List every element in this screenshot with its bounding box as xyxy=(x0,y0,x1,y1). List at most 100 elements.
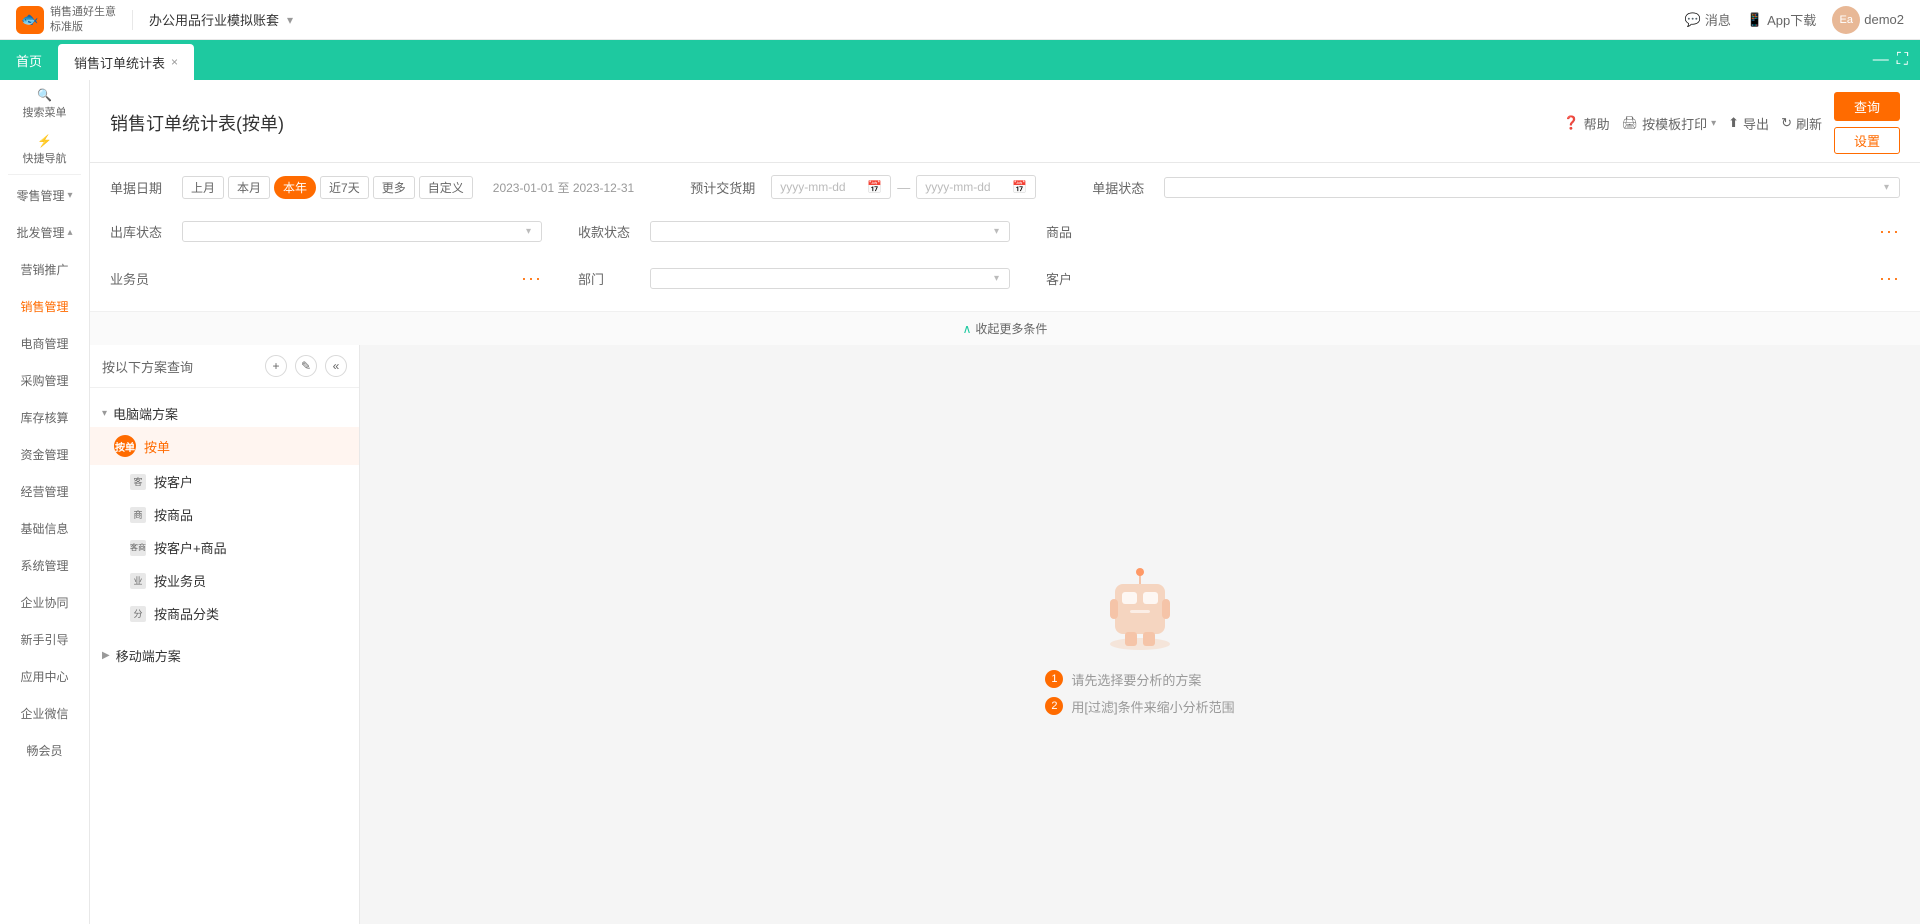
tab-sales-stats[interactable]: 销售订单统计表 × xyxy=(58,44,194,80)
mobile-group-label: 移动端方案 xyxy=(116,646,181,665)
sidebar-item-basic-info[interactable]: 基础信息 xyxy=(0,510,89,547)
message-button[interactable]: 💬 消息 xyxy=(1685,10,1731,29)
collapse-bar[interactable]: ∧ 收起更多条件 xyxy=(90,311,1920,345)
date-label: 单据日期 xyxy=(110,178,166,197)
filter-section: 单据日期 上月 本月 本年 近7天 更多 自定义 2023-01-01 至 20… xyxy=(90,163,1920,345)
sidebar-item-finance[interactable]: 资金管理 xyxy=(0,436,89,473)
user-area[interactable]: Ea demo2 xyxy=(1832,6,1904,34)
top-bar: 🐟 销售通好生意 标准版 办公用品行业模拟账套 ▾ 💬 消息 📱 App下载 E… xyxy=(0,0,1920,40)
scheme-item-by-salesperson[interactable]: 业 按业务员 xyxy=(90,564,359,597)
export-button[interactable]: ⬆ 导出 xyxy=(1728,114,1769,133)
filter-row-1: 单据日期 上月 本月 本年 近7天 更多 自定义 2023-01-01 至 20… xyxy=(90,163,1920,203)
sidebar-item-sales[interactable]: 销售管理 xyxy=(0,288,89,325)
sidebar-item-purchase[interactable]: 采购管理 xyxy=(0,362,89,399)
pc-group-label: 电脑端方案 xyxy=(113,404,178,423)
divider xyxy=(132,10,133,30)
department-arrow: ▾ xyxy=(994,273,999,284)
sidebar-retail-label: 零售管理 xyxy=(16,187,64,204)
customer-label: 客户 xyxy=(1046,269,1102,288)
scheme-icon-by-customer-goods: 客商 xyxy=(130,540,146,556)
app-download-button[interactable]: 📱 App下载 xyxy=(1747,10,1816,29)
sidebar-item-system[interactable]: 系统管理 xyxy=(0,547,89,584)
query-button[interactable]: 查询 xyxy=(1834,92,1900,121)
date-more-button[interactable]: 更多 xyxy=(373,176,415,199)
status-select[interactable]: ▾ xyxy=(1164,177,1900,198)
scheme-group-mobile[interactable]: ▶ 移动端方案 xyxy=(90,638,359,669)
help-button[interactable]: ❓ 帮助 xyxy=(1563,114,1609,133)
status-label: 单据状态 xyxy=(1092,178,1148,197)
scheme-item-by-customer-goods[interactable]: 客商 按客户+商品 xyxy=(90,531,359,564)
user-avatar: Ea xyxy=(1832,6,1860,34)
sidebar-item-member[interactable]: 畅会员 xyxy=(0,732,89,769)
payment-status-select[interactable]: ▾ xyxy=(650,221,1010,242)
setting-button[interactable]: 设置 xyxy=(1834,127,1900,154)
date-this-month-button[interactable]: 本月 xyxy=(228,176,270,199)
sidebar-item-newbie[interactable]: 新手引导 xyxy=(0,621,89,658)
expected-date-end-input[interactable]: yyyy-mm-dd 📅 xyxy=(916,175,1036,199)
sidebar-item-enterprise[interactable]: 企业协同 xyxy=(0,584,89,621)
expected-date-start-input[interactable]: yyyy-mm-dd 📅 xyxy=(771,175,891,199)
date-7days-button[interactable]: 近7天 xyxy=(320,176,369,199)
scheme-list: ▾ 电脑端方案 按单 按单 客 按客户 xyxy=(90,388,359,677)
logo-area: 🐟 销售通好生意 标准版 xyxy=(16,5,116,34)
sidebar-item-retail[interactable]: 零售管理 ▾ xyxy=(0,177,89,214)
delivery-status-select[interactable]: ▾ xyxy=(182,221,542,242)
tab-maximize-icon[interactable]: ⛶ xyxy=(1897,51,1908,69)
empty-hint-2: 2 用[过滤]条件来缩小分析范围 xyxy=(1045,697,1234,716)
payment-status-label: 收款状态 xyxy=(578,222,634,241)
scheme-item-by-category[interactable]: 分 按商品分类 xyxy=(90,597,359,630)
scheme-item-by-customer[interactable]: 客 按客户 xyxy=(90,465,359,498)
tab-home[interactable]: 首页 xyxy=(0,40,58,80)
delivery-status-arrow: ▾ xyxy=(526,226,531,237)
sidebar-item-operations[interactable]: 经营管理 xyxy=(0,473,89,510)
tab-minimize-icon[interactable]: — xyxy=(1873,51,1889,69)
department-label: 部门 xyxy=(578,269,634,288)
date-this-year-button[interactable]: 本年 xyxy=(274,176,316,199)
sidebar-item-inventory[interactable]: 库存核算 xyxy=(0,399,89,436)
department-select[interactable]: ▾ xyxy=(650,268,1010,289)
date-range-text: 2023-01-01 至 2023-12-31 xyxy=(493,179,634,196)
top-bar-right: 💬 消息 📱 App下载 Ea demo2 xyxy=(1685,6,1904,34)
tab-bar: 首页 销售订单统计表 × — ⛶ xyxy=(0,40,1920,80)
topbar-arrow-icon[interactable]: ▾ xyxy=(287,13,293,27)
empty-illustration xyxy=(1080,554,1200,654)
collapse-panel-button[interactable]: « xyxy=(325,355,347,377)
add-scheme-button[interactable]: + xyxy=(265,355,287,377)
search-menu-button[interactable]: 🔍 搜索菜单 xyxy=(0,80,89,128)
edit-scheme-button[interactable]: ✎ xyxy=(295,355,317,377)
print-arrow-icon: ▾ xyxy=(1711,118,1716,129)
goods-dots-icon[interactable]: ··· xyxy=(1879,221,1900,242)
hint-1-text: 请先选择要分析的方案 xyxy=(1071,670,1201,689)
sidebar-item-appstore[interactable]: 应用中心 xyxy=(0,658,89,695)
refresh-button[interactable]: ↻ 刷新 xyxy=(1781,114,1822,133)
collapse-label: 收起更多条件 xyxy=(975,320,1047,337)
salesperson-dots-icon[interactable]: ··· xyxy=(521,268,542,289)
logo-text: 销售通好生意 标准版 xyxy=(50,5,116,34)
status-select-arrow: ▾ xyxy=(1884,182,1889,193)
sidebar-item-ecommerce[interactable]: 电商管理 xyxy=(0,325,89,362)
customer-dots-icon[interactable]: ··· xyxy=(1879,268,1900,289)
date-custom-button[interactable]: 自定义 xyxy=(419,176,473,199)
salesperson-select[interactable]: ··· xyxy=(182,264,542,293)
goods-select[interactable]: ··· xyxy=(1118,217,1900,246)
sidebar-wholesale-arrow: ▴ xyxy=(67,227,72,238)
sidebar-item-marketing[interactable]: 营销推广 xyxy=(0,251,89,288)
date-buttons: 上月 本月 本年 近7天 更多 自定义 xyxy=(182,176,473,199)
sidebar-item-wholesale[interactable]: 批发管理 ▴ xyxy=(0,214,89,251)
empty-state: 1 请先选择要分析的方案 2 用[过滤]条件来缩小分析范围 xyxy=(360,345,1920,924)
page-title-topbar: 办公用品行业模拟账套 xyxy=(149,10,279,29)
quick-nav-button[interactable]: ⚡ 快捷导航 xyxy=(0,128,89,172)
scheme-group-pc[interactable]: ▾ 电脑端方案 xyxy=(90,396,359,427)
scheme-icon-by-category: 分 xyxy=(130,606,146,622)
customer-select[interactable]: ··· xyxy=(1118,264,1900,293)
tab-close-icon[interactable]: × xyxy=(171,55,178,69)
scheme-item-by-order[interactable]: 按单 按单 xyxy=(90,427,359,465)
page-title: 销售订单统计表(按单) xyxy=(110,110,284,136)
expected-date-group: yyyy-mm-dd 📅 — yyyy-mm-dd 📅 xyxy=(771,175,1036,199)
print-button[interactable]: 🖨 按模板打印 ▾ xyxy=(1622,114,1717,133)
refresh-icon: ↻ xyxy=(1781,115,1792,131)
scheme-item-by-goods[interactable]: 商 按商品 xyxy=(90,498,359,531)
export-icon: ⬆ xyxy=(1728,115,1739,131)
sidebar-item-wechat[interactable]: 企业微信 xyxy=(0,695,89,732)
date-prev-month-button[interactable]: 上月 xyxy=(182,176,224,199)
